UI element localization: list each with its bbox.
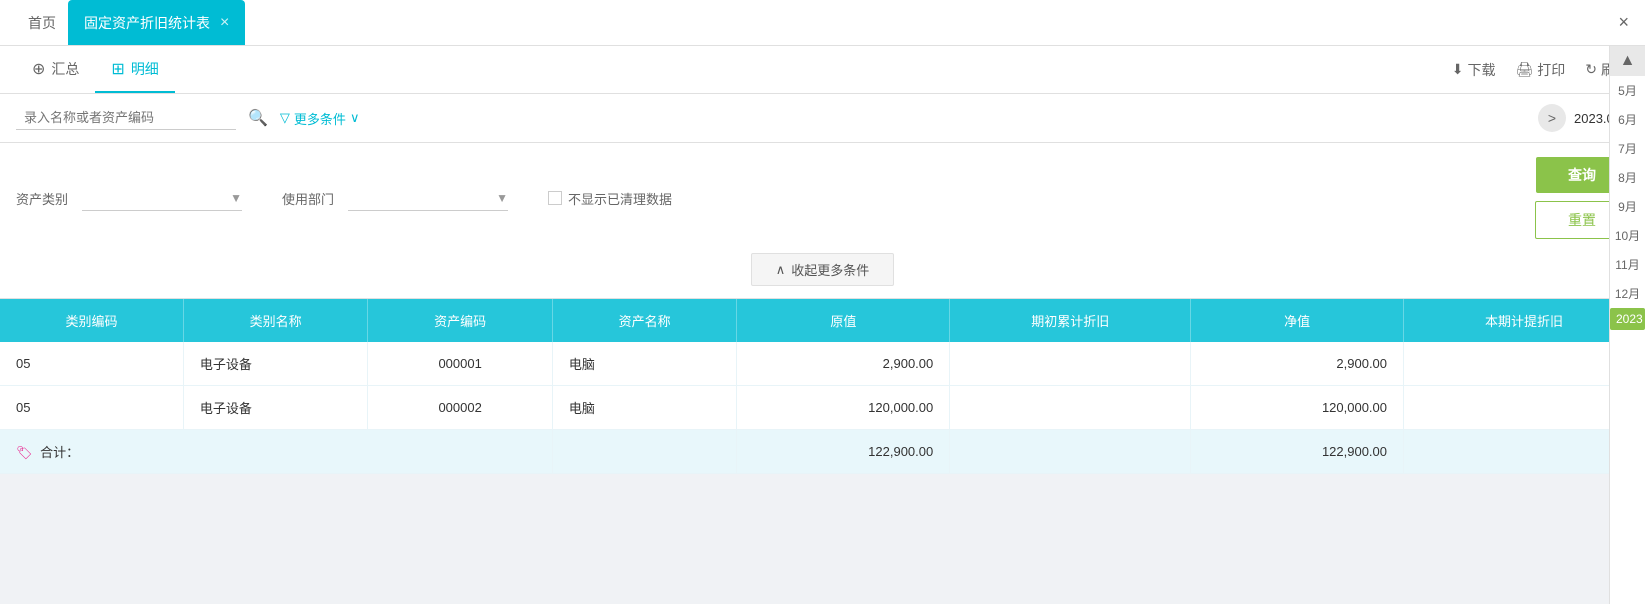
- department-select[interactable]: ▼: [348, 185, 508, 211]
- total-net-value: 122,900.00: [1191, 430, 1404, 474]
- sidebar-month[interactable]: 9月: [1615, 192, 1640, 221]
- sidebar-month[interactable]: 12月: [1615, 279, 1640, 308]
- sidebar-year[interactable]: 2023: [1610, 308, 1645, 330]
- cell-accumulated-depreciation: [950, 342, 1191, 386]
- cell-asset-code: 000001: [368, 342, 553, 386]
- detail-icon: ⊞: [111, 59, 124, 79]
- cell-accumulated-depreciation: [950, 386, 1191, 430]
- sidebar-month[interactable]: 10月: [1615, 221, 1640, 250]
- department-field: 使用部门 ▼: [282, 185, 508, 211]
- table-total-row: 🏷 合计： 122,900.00 122,900.00: [0, 430, 1645, 474]
- sidebar-month[interactable]: 7月: [1615, 134, 1640, 163]
- download-label: 下载: [1467, 60, 1495, 80]
- cell-category-name: 电子设备: [183, 386, 368, 430]
- table-row[interactable]: 05 电子设备 000001 电脑 2,900.00 2,900.00: [0, 342, 1645, 386]
- filter-label: 更多条件: [294, 109, 346, 128]
- collapse-label: 收起更多条件: [791, 260, 869, 279]
- filter-arrow-icon: ∨: [350, 110, 360, 126]
- home-nav[interactable]: 首页: [16, 13, 68, 33]
- sidebar-up-button[interactable]: ▲: [1610, 46, 1645, 76]
- department-dropdown-icon: ▼: [496, 191, 508, 205]
- cell-net-value: 2,900.00: [1191, 342, 1404, 386]
- print-icon: 🖨: [1515, 61, 1533, 78]
- col-net-value: 净值: [1191, 299, 1404, 342]
- hide-cleared-checkbox[interactable]: [548, 191, 562, 205]
- download-button[interactable]: ⬇ 下载: [1452, 60, 1496, 80]
- total-label-cell: 🏷 合计：: [0, 430, 552, 474]
- filter-row: 资产类别 ▼ 使用部门 ▼ 不显示已清理数据 查询 重置: [16, 157, 1629, 253]
- cell-category-code: 05: [0, 386, 183, 430]
- col-asset-code: 资产编码: [368, 299, 553, 342]
- total-original-value: 122,900.00: [737, 430, 950, 474]
- toolbar-right: ⬇ 下载 🖨 打印 ↻ 刷新: [1452, 60, 1629, 80]
- sidebar-month[interactable]: 11月: [1615, 250, 1640, 279]
- asset-category-label: 资产类别: [16, 189, 72, 208]
- asset-category-select[interactable]: ▼: [82, 185, 242, 211]
- right-sidebar: ▲ 5月6月7月8月9月10月11月12月 2023: [1609, 46, 1645, 604]
- main-tab[interactable]: 固定资产折旧统计表 ×: [68, 0, 245, 45]
- filter-icon: ▽: [280, 110, 290, 126]
- search-bar: 🔍 ▽ 更多条件 ∨ > 2023.01: [0, 94, 1645, 143]
- tab-detail-label: 明细: [131, 59, 159, 79]
- hide-cleared-label: 不显示已清理数据: [568, 189, 672, 208]
- hide-cleared-field[interactable]: 不显示已清理数据: [548, 189, 672, 208]
- filter-panel: 资产类别 ▼ 使用部门 ▼ 不显示已清理数据 查询 重置 ∧: [0, 143, 1645, 299]
- tab-label: 固定资产折旧统计表: [84, 13, 210, 33]
- download-icon: ⬇: [1452, 61, 1464, 78]
- col-original-value: 原值: [737, 299, 950, 342]
- search-input[interactable]: [16, 106, 236, 130]
- top-bar: 首页 固定资产折旧统计表 × ×: [0, 0, 1645, 46]
- summary-icon: ⊕: [32, 59, 45, 79]
- total-accumulated-depreciation: [950, 430, 1191, 474]
- table-header-row: 类别编码 类别名称 资产编码 资产名称 原值 期初累计折旧 净值 本期计提折旧: [0, 299, 1645, 342]
- asset-category-field: 资产类别 ▼: [16, 185, 242, 211]
- cell-category-code: 05: [0, 342, 183, 386]
- tab-summary-label: 汇总: [51, 59, 79, 79]
- sidebar-month[interactable]: 5月: [1615, 76, 1640, 105]
- category-dropdown-icon: ▼: [230, 191, 242, 205]
- col-asset-name: 资产名称: [552, 299, 737, 342]
- refresh-icon: ↻: [1585, 61, 1597, 78]
- window-close-icon[interactable]: ×: [1618, 12, 1629, 33]
- cell-asset-name: 电脑: [552, 342, 737, 386]
- sidebar-month[interactable]: 8月: [1615, 163, 1640, 192]
- cell-net-value: 120,000.00: [1191, 386, 1404, 430]
- print-button[interactable]: 🖨 打印: [1515, 60, 1565, 80]
- department-label: 使用部门: [282, 189, 338, 208]
- total-asset-name: [552, 430, 737, 474]
- collapse-arrow-icon: ∧: [776, 262, 786, 278]
- expand-panel-button[interactable]: >: [1538, 104, 1566, 132]
- cell-asset-name: 电脑: [552, 386, 737, 430]
- total-label: 合计：: [40, 445, 79, 460]
- cell-original-value: 120,000.00: [737, 386, 950, 430]
- sidebar-month[interactable]: 6月: [1615, 105, 1640, 134]
- cell-asset-code: 000002: [368, 386, 553, 430]
- tab-close-icon[interactable]: ×: [220, 14, 229, 32]
- col-category-name: 类别名称: [183, 299, 368, 342]
- secondary-tabs-bar: ⊕ 汇总 ⊞ 明细 ⬇ 下载 🖨 打印 ↻ 刷新: [0, 46, 1645, 94]
- more-filter-button[interactable]: ▽ 更多条件 ∨: [280, 109, 360, 128]
- tab-detail[interactable]: ⊞ 明细: [95, 46, 174, 93]
- col-accumulated-depreciation: 期初累计折旧: [950, 299, 1191, 342]
- cell-original-value: 2,900.00: [737, 342, 950, 386]
- col-category-code: 类别编码: [0, 299, 183, 342]
- tab-summary[interactable]: ⊕ 汇总: [16, 46, 95, 93]
- search-icon[interactable]: 🔍: [248, 108, 268, 128]
- data-table: 类别编码 类别名称 资产编码 资产名称 原值 期初累计折旧 净值 本期计提折旧 …: [0, 299, 1645, 474]
- cell-category-name: 电子设备: [183, 342, 368, 386]
- total-icon: 🏷: [16, 445, 33, 460]
- collapse-button[interactable]: ∧ 收起更多条件: [751, 253, 895, 286]
- print-label: 打印: [1537, 60, 1565, 80]
- table-row[interactable]: 05 电子设备 000002 电脑 120,000.00 120,000.00: [0, 386, 1645, 430]
